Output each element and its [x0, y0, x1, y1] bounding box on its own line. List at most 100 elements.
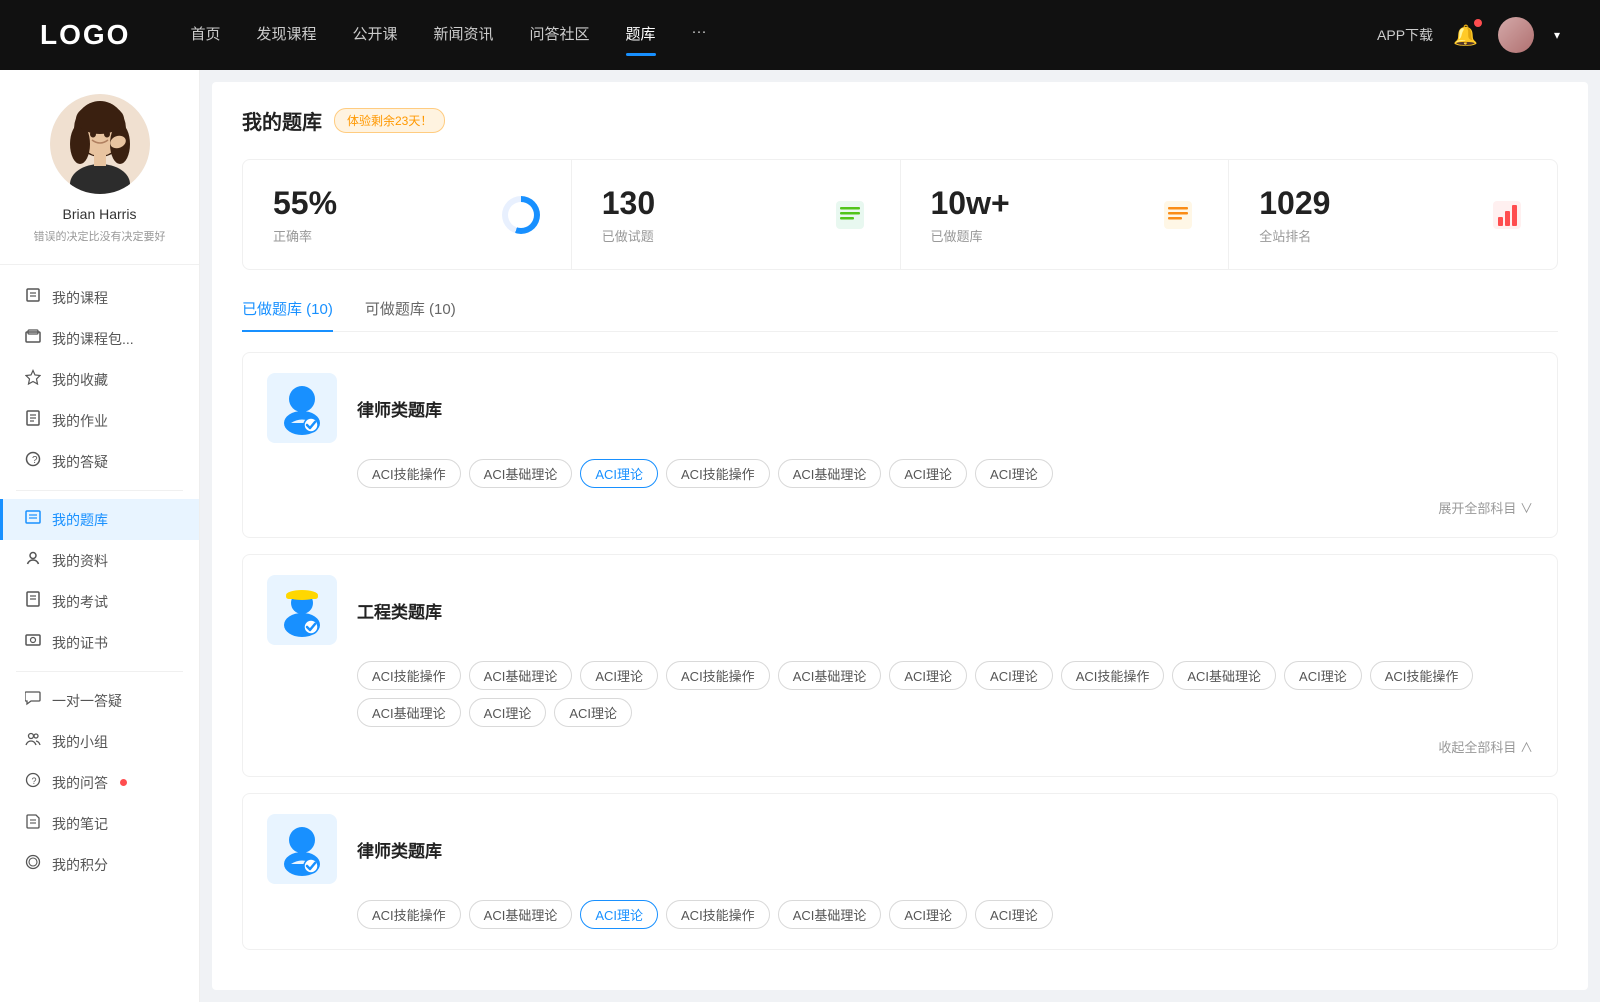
stat-site-rank-value: 1029 [1259, 184, 1471, 222]
tag-3-2[interactable]: ACI基础理论 [469, 900, 573, 929]
nav-home[interactable]: 首页 [190, 23, 220, 48]
tag-1-5[interactable]: ACI基础理论 [778, 459, 882, 488]
stat-site-rank-label: 全站排名 [1259, 226, 1471, 245]
sidebar-item-1to1-qa[interactable]: 一对一答疑 [0, 680, 199, 721]
nav-qa[interactable]: 问答社区 [530, 23, 590, 48]
app-download-link[interactable]: APP下载 [1377, 25, 1433, 45]
tag-2-1[interactable]: ACI技能操作 [357, 661, 461, 690]
tag-2-4[interactable]: ACI技能操作 [666, 661, 770, 690]
tag-3-1[interactable]: ACI技能操作 [357, 900, 461, 929]
logo: LOGO [40, 19, 130, 51]
tab-available-banks[interactable]: 可做题库 (10) [365, 298, 456, 331]
homework-icon [24, 410, 42, 431]
sidebar-label-my-course: 我的课程 [52, 288, 108, 308]
sidebar-label-favorites: 我的收藏 [52, 370, 108, 390]
sidebar-item-group[interactable]: 我的小组 [0, 721, 199, 762]
stat-banks-done: 10w+ 已做题库 [901, 160, 1230, 269]
main-menu: 首页 发现课程 公开课 新闻资讯 问答社区 题库 ··· [190, 23, 1377, 48]
stat-banks-done-value: 10w+ [931, 184, 1143, 222]
stat-accuracy-label: 正确率 [273, 226, 485, 245]
sidebar-item-my-course[interactable]: 我的课程 [0, 277, 199, 318]
tag-2-12[interactable]: ACI基础理论 [357, 698, 461, 727]
tag-2-10[interactable]: ACI理论 [1284, 661, 1362, 690]
tab-done-banks[interactable]: 已做题库 (10) [242, 298, 333, 331]
page-title: 我的题库 [242, 106, 322, 135]
package-icon [24, 328, 42, 349]
tag-2-7[interactable]: ACI理论 [975, 661, 1053, 690]
tag-3-3[interactable]: ACI理论 [580, 900, 658, 929]
qbank-tags-3: ACI技能操作 ACI基础理论 ACI理论 ACI技能操作 ACI基础理论 AC… [267, 900, 1533, 929]
nav-discover[interactable]: 发现课程 [256, 23, 316, 48]
site-rank-icon [1487, 195, 1527, 235]
avatar[interactable] [1498, 17, 1534, 53]
sidebar-label-notes: 我的笔记 [52, 814, 108, 834]
tag-2-9[interactable]: ACI基础理论 [1172, 661, 1276, 690]
table-green-icon [834, 199, 866, 231]
sidebar-item-question-bank[interactable]: 我的题库 [0, 499, 199, 540]
tag-2-6[interactable]: ACI理论 [889, 661, 967, 690]
tag-2-3[interactable]: ACI理论 [580, 661, 658, 690]
tag-1-1[interactable]: ACI技能操作 [357, 459, 461, 488]
course-icon [24, 287, 42, 308]
chevron-down-icon[interactable]: ▾ [1554, 28, 1560, 42]
svg-text:?: ? [32, 776, 37, 786]
sidebar-item-points[interactable]: 我的积分 [0, 844, 199, 885]
sidebar-item-exam[interactable]: 我的考试 [0, 581, 199, 622]
top-navigation: LOGO 首页 发现课程 公开课 新闻资讯 问答社区 题库 ··· APP下载 … [0, 0, 1600, 70]
sidebar-item-notes[interactable]: 我的笔记 [0, 803, 199, 844]
red-dot-badge [120, 779, 127, 786]
tag-2-2[interactable]: ACI基础理论 [469, 661, 573, 690]
sidebar-label-course-package: 我的课程包... [52, 329, 134, 349]
tag-3-6[interactable]: ACI理论 [889, 900, 967, 929]
collapse-all-subjects-2[interactable]: 收起全部科目 ∧ [267, 737, 1533, 756]
sidebar-label-points: 我的积分 [52, 855, 108, 875]
sidebar-item-profile[interactable]: 我的资料 [0, 540, 199, 581]
sidebar-label-1to1-qa: 一对一答疑 [52, 691, 122, 711]
stat-accuracy: 55% 正确率 [243, 160, 572, 269]
sidebar-item-certificate[interactable]: 我的证书 [0, 622, 199, 663]
tag-3-5[interactable]: ACI基础理论 [778, 900, 882, 929]
engineer-icon [277, 583, 327, 637]
tag-2-11[interactable]: ACI技能操作 [1370, 661, 1474, 690]
user-motto: 错误的决定比没有决定要好 [34, 228, 166, 244]
qbank-lawyer-icon-wrap-1 [267, 373, 337, 443]
nav-open-course[interactable]: 公开课 [352, 23, 397, 48]
tag-1-3[interactable]: ACI理论 [580, 459, 658, 488]
tag-2-13[interactable]: ACI理论 [469, 698, 547, 727]
sidebar-divider-1 [16, 490, 183, 491]
tag-1-4[interactable]: ACI技能操作 [666, 459, 770, 488]
notification-bell[interactable]: 🔔 [1453, 23, 1478, 48]
stat-site-rank: 1029 全站排名 [1229, 160, 1557, 269]
stat-accuracy-value: 55% [273, 184, 485, 222]
main-layout: Brian Harris 错误的决定比没有决定要好 我的课程 我的课程包... [0, 70, 1600, 1002]
stat-site-rank-info: 1029 全站排名 [1259, 184, 1471, 245]
tag-2-5[interactable]: ACI基础理论 [778, 661, 882, 690]
nav-more[interactable]: ··· [692, 23, 707, 48]
sidebar-item-homework[interactable]: 我的作业 [0, 400, 199, 441]
nav-news[interactable]: 新闻资讯 [434, 23, 494, 48]
tag-3-7[interactable]: ACI理论 [975, 900, 1053, 929]
tag-1-7[interactable]: ACI理论 [975, 459, 1053, 488]
sidebar-label-homework: 我的作业 [52, 411, 108, 431]
nav-questions[interactable]: 题库 [626, 23, 656, 48]
certificate-icon [24, 632, 42, 653]
sidebar-item-course-package[interactable]: 我的课程包... [0, 318, 199, 359]
stats-row: 55% 正确率 130 已做试题 [242, 159, 1558, 270]
stat-banks-done-info: 10w+ 已做题库 [931, 184, 1143, 245]
tag-2-14[interactable]: ACI理论 [554, 698, 632, 727]
tabs-row: 已做题库 (10) 可做题库 (10) [242, 298, 1558, 332]
tag-1-6[interactable]: ACI理论 [889, 459, 967, 488]
qbank-card-lawyer-1: 律师类题库 ACI技能操作 ACI基础理论 ACI理论 ACI技能操作 ACI基… [242, 352, 1558, 538]
tag-3-4[interactable]: ACI技能操作 [666, 900, 770, 929]
stat-questions-done-value: 130 [602, 184, 814, 222]
expand-all-subjects-1[interactable]: 展开全部科目 ∨ [267, 498, 1533, 517]
sidebar: Brian Harris 错误的决定比没有决定要好 我的课程 我的课程包... [0, 70, 200, 1002]
tag-2-8[interactable]: ACI技能操作 [1061, 661, 1165, 690]
tag-1-2[interactable]: ACI基础理论 [469, 459, 573, 488]
sidebar-item-my-qa[interactable]: ? 我的问答 [0, 762, 199, 803]
table-orange-icon [1162, 199, 1194, 231]
sidebar-item-favorites[interactable]: 我的收藏 [0, 359, 199, 400]
sidebar-item-qa-me[interactable]: ? 我的答疑 [0, 441, 199, 482]
stat-questions-done: 130 已做试题 [572, 160, 901, 269]
avatar-svg [50, 94, 150, 194]
